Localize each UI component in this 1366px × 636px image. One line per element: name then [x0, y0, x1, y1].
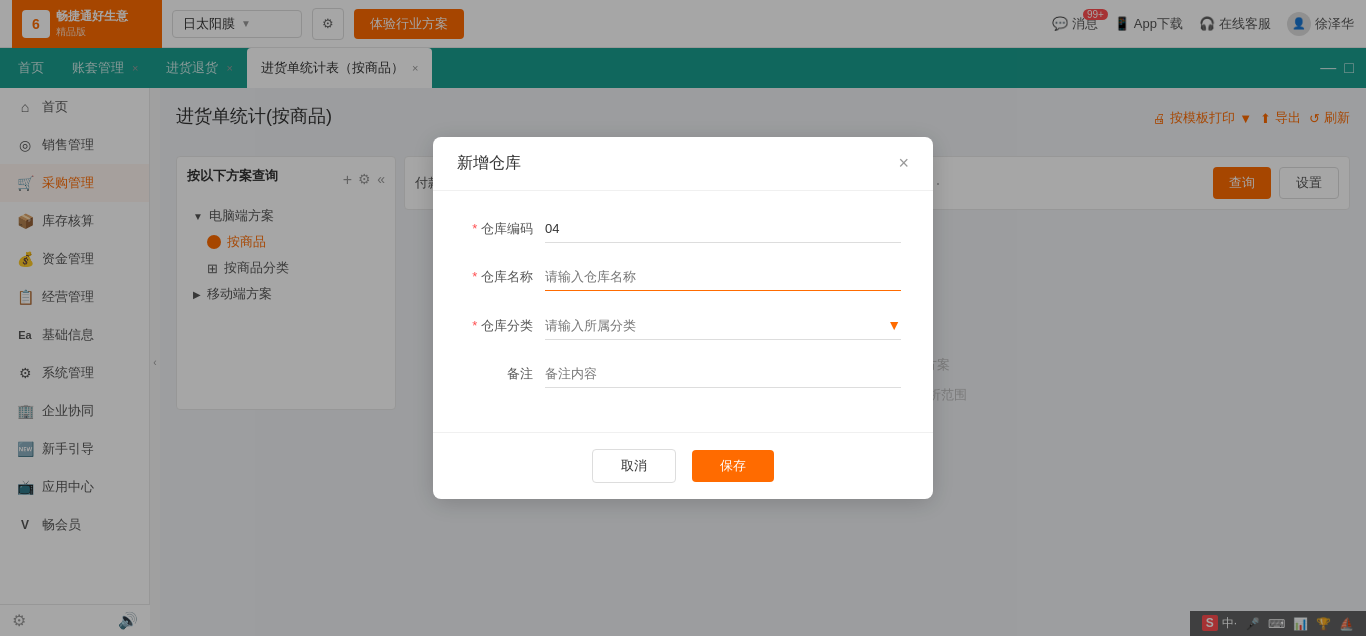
required-star-1: * [472, 221, 477, 236]
warehouse-category-input[interactable] [545, 318, 887, 333]
save-button[interactable]: 保存 [692, 450, 774, 482]
modal-close-button[interactable]: × [898, 153, 909, 174]
modal-new-warehouse: 新增仓库 × * 仓库编码 * 仓库名称 [433, 137, 933, 499]
modal-body: * 仓库编码 * 仓库名称 * 仓库分类 [433, 191, 933, 432]
notes-label: 备注 [465, 365, 545, 383]
warehouse-name-row: * 仓库名称 [465, 263, 901, 291]
warehouse-name-input[interactable] [545, 263, 901, 291]
warehouse-code-row: * 仓库编码 [465, 215, 901, 243]
required-star-3: * [472, 318, 477, 333]
modal-header: 新增仓库 × [433, 137, 933, 191]
warehouse-name-label: * 仓库名称 [465, 268, 545, 286]
modal-footer: 取消 保存 [433, 432, 933, 499]
modal-overlay: 新增仓库 × * 仓库编码 * 仓库名称 [0, 0, 1366, 636]
warehouse-category-select[interactable]: ▼ [545, 311, 901, 340]
notes-row: 备注 [465, 360, 901, 388]
required-star-2: * [472, 269, 477, 284]
modal-title: 新增仓库 [457, 153, 521, 174]
warehouse-category-row: * 仓库分类 ▼ [465, 311, 901, 340]
warehouse-category-label: * 仓库分类 [465, 317, 545, 335]
warehouse-code-label: * 仓库编码 [465, 220, 545, 238]
cancel-button[interactable]: 取消 [592, 449, 676, 483]
category-dropdown-arrow: ▼ [887, 317, 901, 333]
warehouse-code-input[interactable] [545, 215, 901, 243]
notes-input[interactable] [545, 360, 901, 388]
